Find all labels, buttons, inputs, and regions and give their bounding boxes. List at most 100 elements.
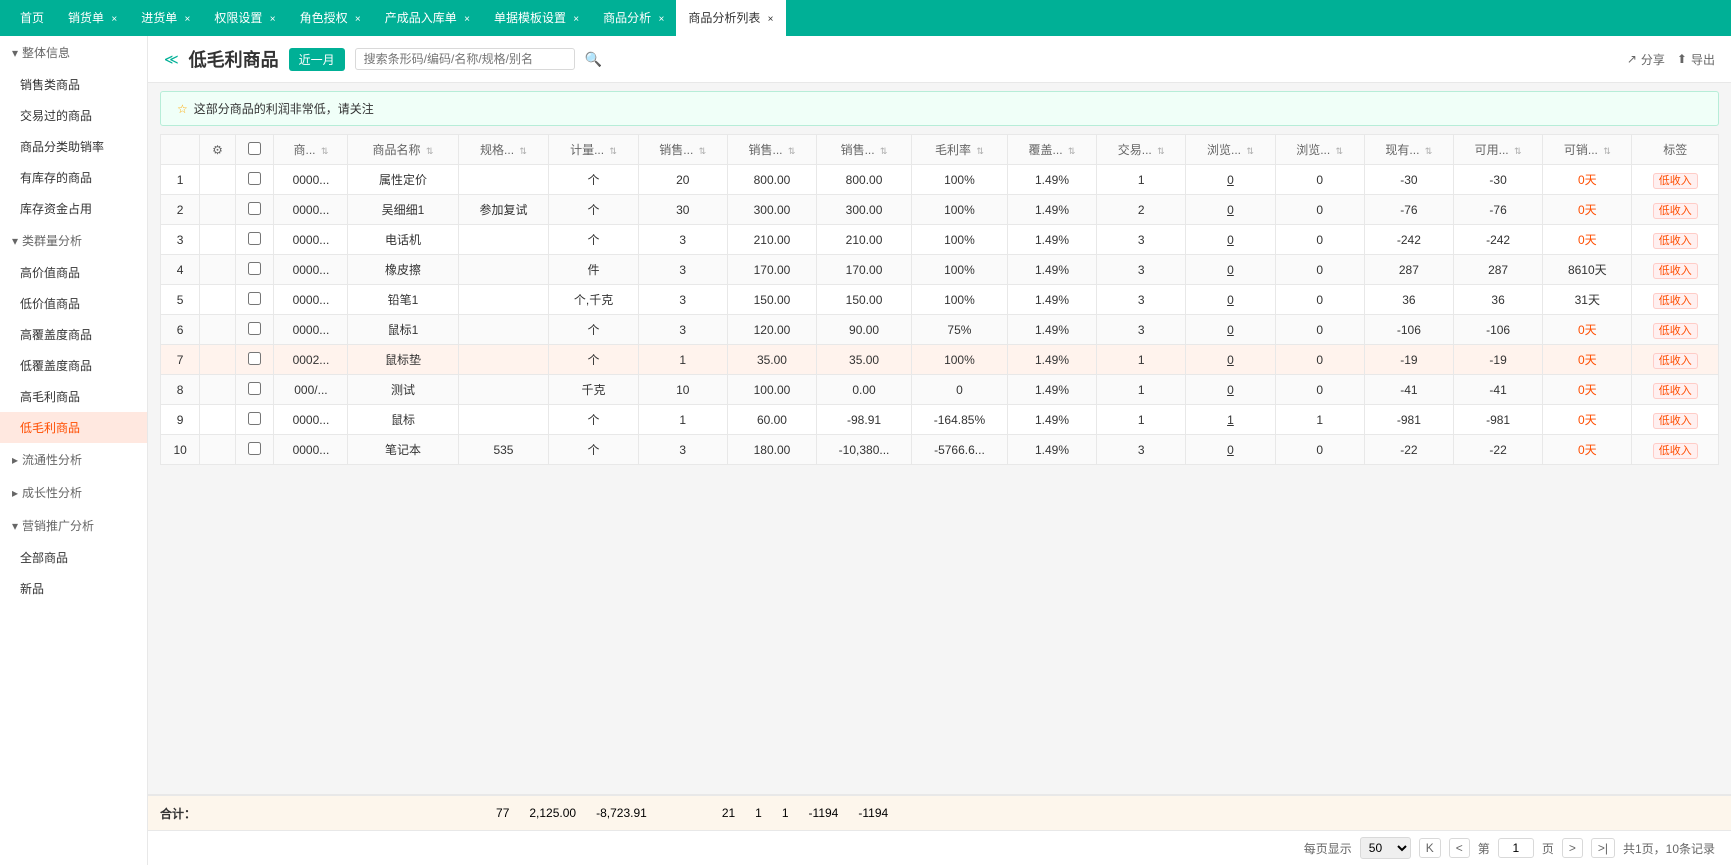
sidebar-item-capital[interactable]: 库存资金占用 <box>0 193 147 224</box>
sidebar-item-sales-goods[interactable]: 销售类商品 <box>0 69 147 100</box>
col-trade-count[interactable]: 交易... ⇅ <box>1097 135 1186 165</box>
cell-checkbox[interactable] <box>235 285 274 315</box>
page-size-select[interactable]: 50 100 <box>1360 837 1411 859</box>
page-header: ≪ 低毛利商品 近一月 🔍 ↗ 分享 ⬆ 导出 <box>148 36 1731 83</box>
row-checkbox[interactable] <box>248 202 261 215</box>
nav-goods-analysis-list[interactable]: 商品分析列表 × <box>676 0 785 36</box>
cell-browse1[interactable]: 1 <box>1186 405 1275 435</box>
sidebar-item-category-rate[interactable]: 商品分类助销率 <box>0 131 147 162</box>
page-first-btn[interactable]: K <box>1419 838 1441 858</box>
cell-sales-amount: 210.00 <box>727 225 816 255</box>
cell-checkbox[interactable] <box>235 315 274 345</box>
row-checkbox[interactable] <box>248 232 261 245</box>
sidebar-item-low-coverage[interactable]: 低覆盖度商品 <box>0 350 147 381</box>
collapse-sidebar-icon[interactable]: ≪ <box>164 51 179 68</box>
col-coverage[interactable]: 覆盖... ⇅ <box>1007 135 1096 165</box>
cell-browse1[interactable]: 0 <box>1186 345 1275 375</box>
page-input[interactable] <box>1498 838 1534 858</box>
cell-browse2: 0 <box>1275 165 1364 195</box>
col-spec[interactable]: 规格... ⇅ <box>458 135 549 165</box>
footer-stock-avail: -1194 <box>858 806 888 820</box>
nav-role-auth[interactable]: 角色授权 × <box>288 0 373 36</box>
row-checkbox[interactable] <box>248 172 261 185</box>
sidebar-item-high-profit[interactable]: 高毛利商品 <box>0 381 147 412</box>
page-prev-btn[interactable]: < <box>1449 838 1470 858</box>
col-settings[interactable]: ⚙ <box>200 135 235 165</box>
cell-checkbox[interactable] <box>235 195 274 225</box>
cell-checkbox[interactable] <box>235 165 274 195</box>
cell-settings <box>200 195 235 225</box>
col-code[interactable]: 商... ⇅ <box>274 135 348 165</box>
nav-auth-settings[interactable]: 权限设置 × <box>202 0 287 36</box>
sidebar-item-all-goods[interactable]: 全部商品 <box>0 542 147 573</box>
nav-goods-analysis[interactable]: 商品分析 × <box>591 0 676 36</box>
col-browse1[interactable]: 浏览... ⇅ <box>1186 135 1275 165</box>
sidebar-section-growth[interactable]: ▸ 成长性分析 <box>0 476 147 509</box>
col-name[interactable]: 商品名称 ⇅ <box>348 135 458 165</box>
row-checkbox[interactable] <box>248 352 261 365</box>
sidebar-item-traded-goods[interactable]: 交易过的商品 <box>0 100 147 131</box>
cell-checkbox[interactable] <box>235 255 274 285</box>
col-browse2[interactable]: 浏览... ⇅ <box>1275 135 1364 165</box>
row-checkbox[interactable] <box>248 412 261 425</box>
cell-sales-qty: 10 <box>638 375 727 405</box>
row-checkbox[interactable] <box>248 292 261 305</box>
col-salable[interactable]: 可销... ⇅ <box>1543 135 1632 165</box>
col-gross-rate[interactable]: 毛利率 ⇅ <box>911 135 1007 165</box>
search-button[interactable]: 🔍 <box>585 51 602 68</box>
sidebar-item-high-coverage[interactable]: 高覆盖度商品 <box>0 319 147 350</box>
arrow-icon-5: ▾ <box>12 519 18 533</box>
col-stock-avail[interactable]: 可用... ⇅ <box>1453 135 1542 165</box>
sidebar-item-new-goods[interactable]: 新品 <box>0 573 147 604</box>
cell-browse1[interactable]: 0 <box>1186 375 1275 405</box>
col-sales-profit[interactable]: 销售... ⇅ <box>817 135 912 165</box>
cell-browse1[interactable]: 0 <box>1186 285 1275 315</box>
cell-trade-count: 3 <box>1097 285 1186 315</box>
cell-browse1[interactable]: 0 <box>1186 255 1275 285</box>
nav-template-settings[interactable]: 单据模板设置 × <box>482 0 591 36</box>
col-checkbox[interactable] <box>235 135 274 165</box>
select-all-checkbox[interactable] <box>248 142 261 155</box>
cell-browse1[interactable]: 0 <box>1186 165 1275 195</box>
nav-purchase[interactable]: 进货单 × <box>129 0 202 36</box>
cell-browse1[interactable]: 0 <box>1186 195 1275 225</box>
sidebar-item-low-profit[interactable]: 低毛利商品 <box>0 412 147 443</box>
sidebar-section-cluster[interactable]: ▾ 类群量分析 <box>0 224 147 257</box>
sidebar-section-marketing[interactable]: ▾ 营销推广分析 <box>0 509 147 542</box>
cell-checkbox[interactable] <box>235 345 274 375</box>
cell-checkbox[interactable] <box>235 225 274 255</box>
row-checkbox[interactable] <box>248 382 261 395</box>
col-sales-qty[interactable]: 销售... ⇅ <box>638 135 727 165</box>
nav-sales[interactable]: 销货单 × <box>56 0 129 36</box>
table-footer: 合计： 77 2,125.00 -8,723.91 21 1 1 -1194 -… <box>148 794 1731 830</box>
nav-home[interactable]: 首页 <box>8 0 56 36</box>
cell-browse1[interactable]: 0 <box>1186 225 1275 255</box>
row-checkbox[interactable] <box>248 262 261 275</box>
cell-checkbox[interactable] <box>235 435 274 465</box>
filter-recent-month-btn[interactable]: 近一月 <box>289 48 345 71</box>
share-button[interactable]: ↗ 分享 <box>1627 51 1665 68</box>
export-button[interactable]: ⬆ 导出 <box>1677 51 1715 68</box>
sidebar-section-flow[interactable]: ▸ 流通性分析 <box>0 443 147 476</box>
cell-name: 吴细细1 <box>348 195 458 225</box>
row-checkbox[interactable] <box>248 322 261 335</box>
nav-product-entry[interactable]: 产成品入库单 × <box>373 0 482 36</box>
cell-checkbox[interactable] <box>235 405 274 435</box>
page-last-btn[interactable]: >| <box>1591 838 1615 858</box>
sidebar-item-high-value[interactable]: 高价值商品 <box>0 257 147 288</box>
cell-browse1[interactable]: 0 <box>1186 435 1275 465</box>
col-unit[interactable]: 计量... ⇅ <box>549 135 638 165</box>
sidebar-section-overview[interactable]: ▾ 整体信息 <box>0 36 147 69</box>
cell-settings <box>200 315 235 345</box>
page-next-btn[interactable]: > <box>1562 838 1583 858</box>
row-checkbox[interactable] <box>248 442 261 455</box>
cell-checkbox[interactable] <box>235 375 274 405</box>
search-input[interactable] <box>355 48 575 70</box>
cell-unit: 件 <box>549 255 638 285</box>
sidebar-item-in-stock[interactable]: 有库存的商品 <box>0 162 147 193</box>
col-stock-now[interactable]: 现有... ⇅ <box>1364 135 1453 165</box>
cell-browse1[interactable]: 0 <box>1186 315 1275 345</box>
cell-sales-profit: 210.00 <box>817 225 912 255</box>
sidebar-item-low-value[interactable]: 低价值商品 <box>0 288 147 319</box>
col-sales-amount[interactable]: 销售... ⇅ <box>727 135 816 165</box>
